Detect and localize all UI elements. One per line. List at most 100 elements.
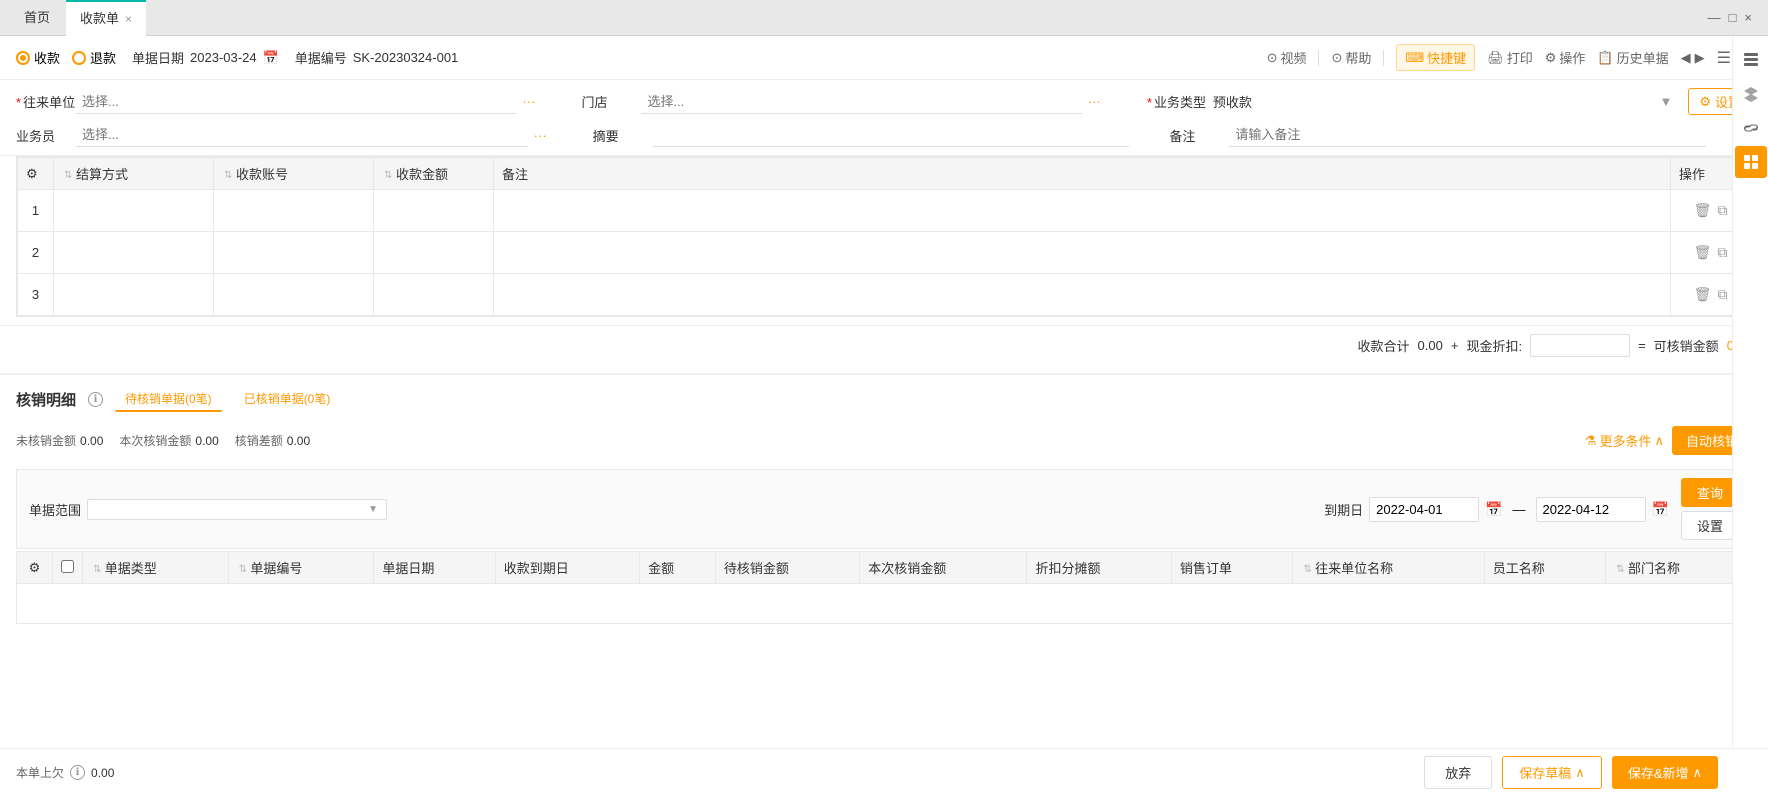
bt-select-all-checkbox[interactable] [61, 560, 74, 573]
sidebar-layers-icon[interactable] [1735, 78, 1767, 110]
row-1-copy-icon[interactable]: ⧉ [1717, 202, 1727, 219]
staff-more-icon[interactable]: ··· [528, 128, 553, 143]
date-start-input[interactable] [1369, 497, 1479, 522]
form-row-2: 业务员 ··· 摘要 备注 [16, 123, 1752, 147]
due-date-label: 到期日 [1324, 500, 1363, 519]
save-draft-button[interactable]: 保存草稿 ∧ [1502, 756, 1602, 789]
bt-col-dept: ⇅ 部门名称 [1606, 552, 1752, 584]
row-2-settlement[interactable] [54, 232, 214, 274]
business-type-value: 预收款 [1213, 92, 1252, 111]
abandon-button[interactable]: 放弃 [1424, 756, 1492, 789]
table-row: 3 🗑 ⧉ [18, 274, 1751, 316]
tab-collection[interactable]: 收款单 × [66, 0, 146, 36]
radio-collection[interactable]: 收款 [16, 48, 60, 67]
more-conditions-link[interactable]: ⚗ 更多条件 ∧ [1585, 431, 1664, 450]
col-settings-header[interactable]: ⚙ [18, 158, 54, 190]
summary-input[interactable] [653, 123, 1130, 147]
hx-pending-tab[interactable]: 待核销单据(0笔) [115, 387, 222, 412]
hx-stats: 未核销金额 0.00 本次核销金额 0.00 核销差额 0.00 ⚗ 更多条件 … [16, 420, 1752, 461]
row-2-copy-icon[interactable]: ⧉ [1717, 244, 1727, 261]
date-end-input[interactable] [1536, 497, 1646, 522]
store-more-icon[interactable]: ··· [1082, 94, 1107, 109]
discount-label: 现金折扣: [1466, 336, 1522, 355]
total-label: 收款合计 [1358, 336, 1410, 355]
tab-close-icon[interactable]: × [125, 1, 132, 37]
hx-done-tab[interactable]: 已核销单据(0笔) [234, 387, 341, 412]
row-3-remark[interactable] [494, 274, 1671, 316]
row-1-account[interactable] [214, 190, 374, 232]
bt-settings-icon[interactable]: ⚙ [29, 560, 41, 575]
sidebar-link-icon[interactable] [1735, 112, 1767, 144]
help-icon: ⊙ [1331, 50, 1342, 66]
query-button[interactable]: 查询 [1681, 478, 1739, 507]
query-btns: 查询 设置 [1681, 478, 1739, 540]
bt-col-sales-order: 销售订单 [1171, 552, 1292, 584]
save-draft-label: 保存草稿 [1519, 763, 1571, 782]
store-input[interactable] [641, 90, 1081, 114]
row-1-remark[interactable] [494, 190, 1671, 232]
radio-collection-dot [20, 55, 26, 61]
date-start-icon[interactable]: 📅 [1485, 501, 1502, 518]
next-icon[interactable]: ▶ [1695, 50, 1705, 66]
discount-input[interactable] [1530, 334, 1630, 357]
bill-date-calendar-icon[interactable]: 📅 [263, 50, 279, 66]
row-1-num: 1 [18, 190, 54, 232]
row-2-amount[interactable] [374, 232, 494, 274]
bill-no-field: 单据编号 SK-20230324-001 [295, 48, 459, 67]
help-link[interactable]: ⊙ 帮助 [1331, 48, 1371, 67]
window-close-icon[interactable]: × [1744, 10, 1752, 25]
footer-info-icon[interactable]: ℹ [70, 765, 85, 780]
video-link[interactable]: ⊙ 视频 [1267, 48, 1307, 67]
window-maximize-icon[interactable]: □ [1729, 10, 1737, 25]
counterpart-input[interactable] [76, 90, 516, 114]
radio-refund[interactable]: 退款 [72, 48, 116, 67]
table-row: 1 🗑 ⧉ [18, 190, 1751, 232]
row-3-settlement[interactable] [54, 274, 214, 316]
business-type-chevron[interactable]: ▼ [1659, 94, 1672, 109]
remark-input[interactable] [1229, 123, 1706, 147]
bt-col-bill-date: 单据日期 [374, 552, 495, 584]
query-settings-button[interactable]: 设置 [1681, 511, 1739, 540]
hx-info-icon[interactable]: ℹ [88, 392, 103, 407]
bt-empty-row [17, 584, 1752, 624]
plus-sign: + [1451, 338, 1459, 353]
date-end-icon[interactable]: 📅 [1652, 501, 1669, 518]
filter-icon: ⚗ [1585, 433, 1597, 449]
table-settings-icon[interactable]: ⚙ [26, 166, 38, 181]
sidebar-screenshot-icon[interactable] [1735, 146, 1767, 178]
sort-bt-4: ⇅ [1616, 564, 1624, 575]
row-2-account[interactable] [214, 232, 374, 274]
row-1-amount[interactable] [374, 190, 494, 232]
query-actions: 查询 设置 [1681, 478, 1739, 540]
bt-col-checkbox[interactable] [53, 552, 83, 584]
bt-col-settings[interactable]: ⚙ [17, 552, 53, 584]
more-conditions-label: 更多条件 [1599, 431, 1651, 450]
range-select[interactable]: ▼ [87, 499, 387, 520]
row-1-settlement[interactable] [54, 190, 214, 232]
staff-input[interactable] [76, 123, 528, 147]
staff-label: 业务员 [16, 126, 76, 145]
shortcut-link[interactable]: ⌨ 快捷键 [1396, 44, 1475, 71]
print-icon: 🖨 [1487, 50, 1504, 66]
window-minimize-icon[interactable]: — [1708, 10, 1721, 25]
sidebar-table-icon[interactable] [1735, 44, 1767, 76]
col-amount-header: ⇅ 收款金额 [374, 158, 494, 190]
data-table: ⚙ ⇅ 结算方式 ⇅ 收款账号 ⇅ 收款金额 [17, 157, 1751, 316]
row-3-account[interactable] [214, 274, 374, 316]
tab-home[interactable]: 首页 [8, 0, 66, 36]
row-2-remark[interactable] [494, 232, 1671, 274]
list-view-icon[interactable]: ☰ [1717, 48, 1731, 68]
row-3-copy-icon[interactable]: ⧉ [1717, 286, 1727, 303]
unchecked-value: 0.00 [80, 434, 103, 448]
row-2-delete-icon[interactable]: 🗑 [1694, 244, 1712, 261]
row-3-delete-icon[interactable]: 🗑 [1694, 286, 1712, 303]
history-link[interactable]: 📋 历史单据 [1597, 48, 1668, 67]
operation-link[interactable]: ⚙ 操作 [1545, 48, 1586, 67]
counterpart-more-icon[interactable]: ··· [516, 94, 541, 109]
prev-icon[interactable]: ◀ [1681, 50, 1691, 66]
print-link[interactable]: 🖨 打印 [1487, 48, 1533, 67]
row-1-delete-icon[interactable]: 🗑 [1694, 202, 1712, 219]
row-3-amount[interactable] [374, 274, 494, 316]
save-new-button[interactable]: 保存&新增 ∧ [1612, 756, 1718, 789]
staff-field: 业务员 ··· [16, 123, 553, 147]
